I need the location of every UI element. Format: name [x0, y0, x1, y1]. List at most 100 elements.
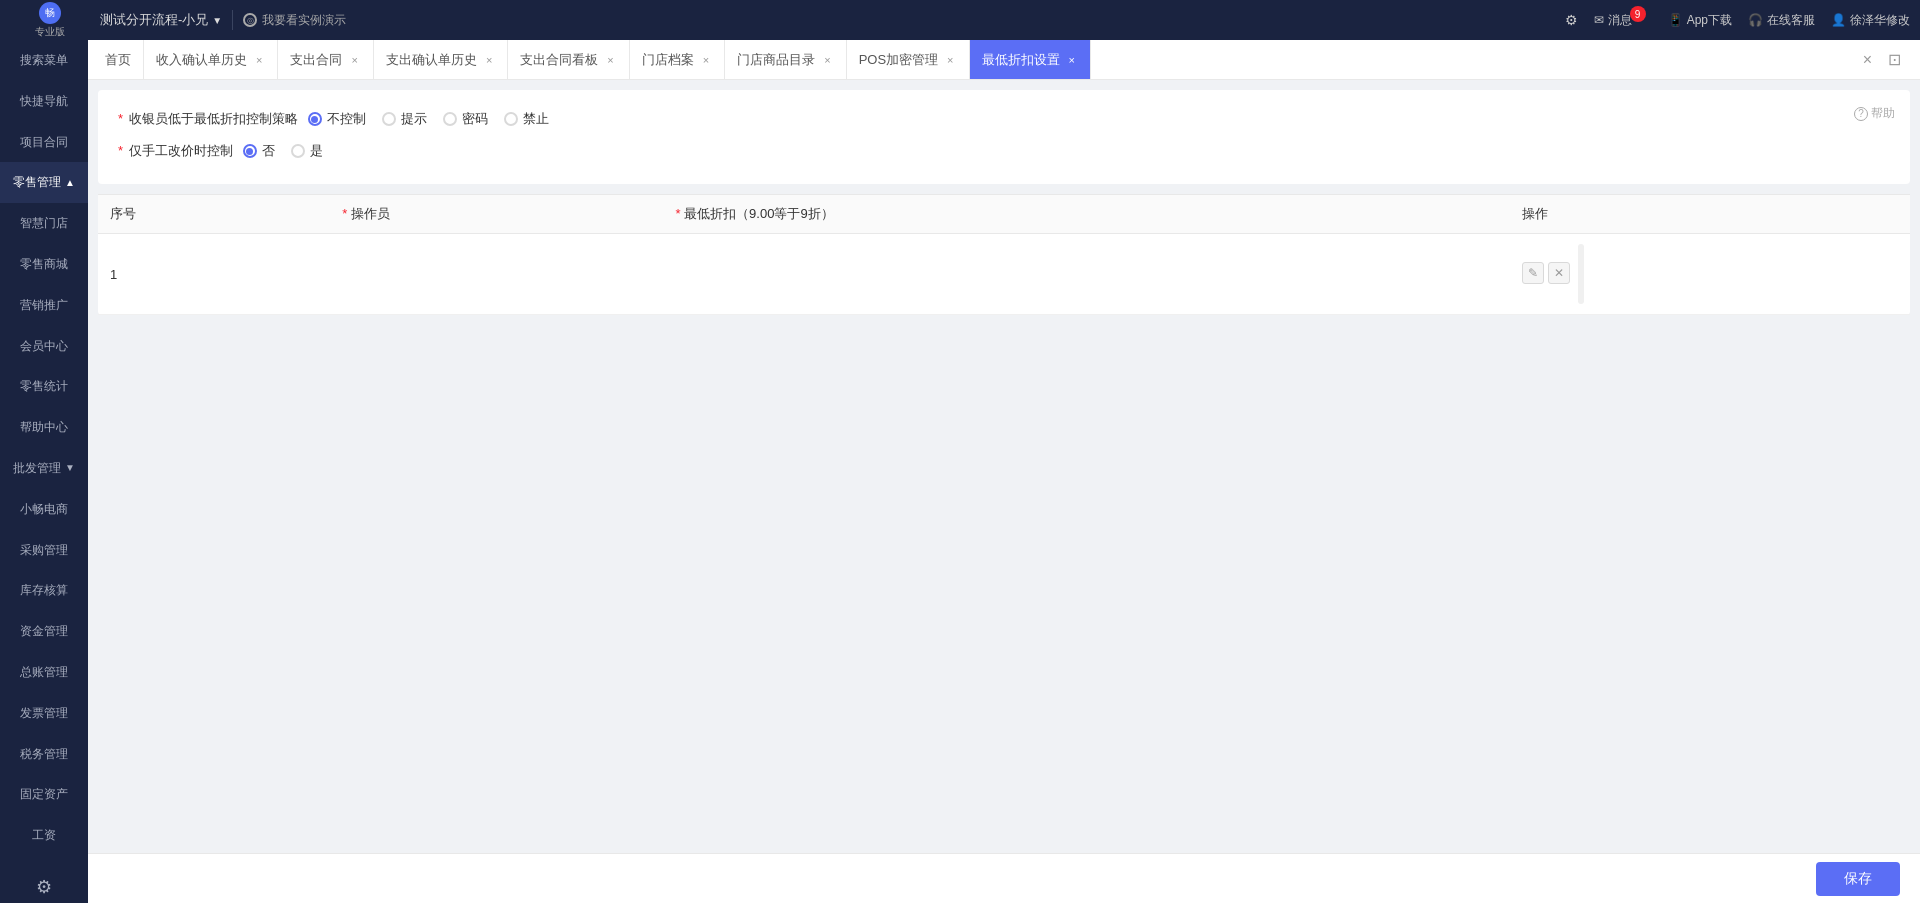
- user-avatar-icon: 👤: [1831, 13, 1846, 27]
- main-layout: 搜索菜单快捷导航项目合同零售管理▲智慧门店零售商城营销推广会员中心零售统计帮助中…: [0, 40, 1920, 903]
- sidebar-item-2[interactable]: 项目合同: [0, 122, 88, 163]
- tab-item-3[interactable]: 支出确认单历史×: [374, 40, 508, 80]
- tab-label-8: 最低折扣设置: [982, 51, 1060, 69]
- delete-row-button[interactable]: ✕: [1548, 262, 1570, 284]
- tab-item-8[interactable]: 最低折扣设置 ×: [970, 40, 1091, 80]
- radio-circle-1: [382, 112, 396, 126]
- sidebar-item-14[interactable]: 资金管理: [0, 611, 88, 652]
- tab-item-6[interactable]: 门店商品目录 ×: [725, 40, 846, 80]
- tab-label-7: POS加密管理: [859, 51, 938, 69]
- online-service-item[interactable]: 🎧 在线客服: [1748, 12, 1815, 29]
- settings-icon[interactable]: ⚙: [1565, 12, 1578, 28]
- sidebar-item-3[interactable]: 零售管理▲: [0, 162, 88, 203]
- tab-item-2[interactable]: 支出合同 ×: [278, 40, 373, 80]
- required-star-2: *: [118, 143, 123, 158]
- tab-close-3[interactable]: ×: [483, 53, 495, 67]
- sidebar-item-6[interactable]: 营销推广: [0, 285, 88, 326]
- gear-icon[interactable]: ⚙: [0, 866, 88, 903]
- demo-icon: ◎: [243, 13, 257, 27]
- field2-radio-label-0: 否: [262, 142, 275, 160]
- help-button[interactable]: ? 帮助: [1854, 105, 1895, 122]
- sidebar-item-8[interactable]: 零售统计: [0, 366, 88, 407]
- radio-label-1: 提示: [401, 110, 427, 128]
- field2-radio-0[interactable]: 否: [243, 142, 275, 160]
- sidebar-item-10[interactable]: 批发管理▼: [0, 448, 88, 489]
- user-label: 徐泽华修改: [1850, 12, 1910, 29]
- tab-close-5[interactable]: ×: [700, 53, 712, 67]
- cell-action-0: ✎✕: [1510, 234, 1910, 315]
- sidebar-item-15[interactable]: 总账管理: [0, 652, 88, 693]
- sidebar-item-19[interactable]: 工资: [0, 815, 88, 856]
- demo-link[interactable]: ◎ 我要看实例演示: [243, 12, 346, 29]
- sidebar-item-1[interactable]: 快捷导航: [0, 81, 88, 122]
- sidebar-item-17[interactable]: 税务管理: [0, 734, 88, 775]
- field1-radio-3[interactable]: 禁止: [504, 110, 549, 128]
- sidebar-arrow-icon: ▼: [65, 461, 75, 475]
- field1-radio-1[interactable]: 提示: [382, 110, 427, 128]
- th-required-star: *: [675, 206, 684, 221]
- tab-label-5: 门店档案: [642, 51, 694, 69]
- edit-row-button[interactable]: ✎: [1522, 262, 1544, 284]
- tab-item-4[interactable]: 支出合同看板×: [508, 40, 629, 80]
- tab-item-0[interactable]: 首页: [93, 40, 144, 80]
- tab-close-1[interactable]: ×: [253, 53, 265, 67]
- tab-close-2[interactable]: ×: [348, 53, 360, 67]
- sidebar-item-13[interactable]: 库存核算: [0, 570, 88, 611]
- field2-label: * 仅手工改价时控制: [118, 142, 233, 160]
- table-row: 1✎✕: [98, 234, 1910, 315]
- field2-radio-label-1: 是: [310, 142, 323, 160]
- close-all-tabs-button[interactable]: ×: [1859, 47, 1876, 73]
- tab-close-4[interactable]: ×: [604, 53, 616, 67]
- logo: 畅 专业版: [10, 2, 90, 39]
- sidebar-item-12[interactable]: 采购管理: [0, 530, 88, 571]
- sidebar-item-5[interactable]: 零售商城: [0, 244, 88, 285]
- tab-close-7[interactable]: ×: [944, 53, 956, 67]
- logo-label: 专业版: [35, 25, 65, 39]
- tab-label-6: 门店商品目录: [737, 51, 815, 69]
- tab-bar-actions: ×⊡: [1849, 46, 1915, 73]
- project-name: 测试分开流程-小兄: [100, 11, 208, 29]
- page-content: ? 帮助 * 收银员低于最低折扣控制策略 不控制提示密码禁止 *: [88, 80, 1920, 853]
- sidebar-item-0[interactable]: 搜索菜单: [0, 40, 88, 81]
- required-star: *: [118, 111, 123, 126]
- tab-item-7[interactable]: POS加密管理 ×: [847, 40, 970, 80]
- table-col-header-min_discount: * 最低折扣（9.00等于9折）: [663, 195, 1510, 234]
- app-download-item[interactable]: 📱 App下载: [1668, 12, 1732, 29]
- project-selector[interactable]: 测试分开流程-小兄 ▼: [100, 11, 222, 29]
- tab-item-1[interactable]: 收入确认单历史×: [144, 40, 278, 80]
- field2-radio-dot-0: [246, 148, 253, 155]
- th-label-min_discount: 最低折扣（9.00等于9折）: [684, 206, 834, 221]
- sidebar-item-4[interactable]: 智慧门店: [0, 203, 88, 244]
- save-button[interactable]: 保存: [1816, 862, 1900, 896]
- radio-label-0: 不控制: [327, 110, 366, 128]
- sidebar-item-7[interactable]: 会员中心: [0, 326, 88, 367]
- form-card: ? 帮助 * 收银员低于最低折扣控制策略 不控制提示密码禁止 *: [98, 90, 1910, 184]
- help-label: 帮助: [1871, 105, 1895, 122]
- tab-close-8[interactable]: ×: [1066, 53, 1078, 67]
- sidebar-item-11[interactable]: 小畅电商: [0, 489, 88, 530]
- tab-item-5[interactable]: 门店档案 ×: [630, 40, 725, 80]
- field2-radio-1[interactable]: 是: [291, 142, 323, 160]
- online-service-label: 在线客服: [1767, 12, 1815, 29]
- table-col-header-operator: * 操作员: [330, 195, 663, 234]
- phone-icon: 📱: [1668, 13, 1683, 27]
- field1-radio-0[interactable]: 不控制: [308, 110, 366, 128]
- table-col-header-action: 操作: [1510, 195, 1910, 234]
- demo-label: 我要看实例演示: [262, 12, 346, 29]
- expand-tabs-button[interactable]: ⊡: [1884, 46, 1905, 73]
- messages-item[interactable]: ✉ 消息 9: [1594, 12, 1652, 29]
- user-item[interactable]: 👤 徐泽华修改: [1831, 12, 1910, 29]
- sidebar-item-9[interactable]: 帮助中心: [0, 407, 88, 448]
- sidebar-item-16[interactable]: 发票管理: [0, 693, 88, 734]
- tab-bar: 首页收入确认单历史×支出合同×支出确认单历史×支出合同看板×门店档案×门店商品目…: [88, 40, 1920, 80]
- tab-close-6[interactable]: ×: [821, 53, 833, 67]
- message-icon: ✉: [1594, 13, 1604, 27]
- sidebar-item-18[interactable]: 固定资产: [0, 774, 88, 815]
- messages-badge: 9: [1630, 6, 1646, 22]
- tab-label-2: 支出合同: [290, 51, 342, 69]
- cell-operator-0: [330, 234, 663, 315]
- cell-min-discount-0: [663, 234, 1510, 315]
- messages-label: 消息: [1608, 12, 1632, 29]
- field1-radio-2[interactable]: 密码: [443, 110, 488, 128]
- radio-circle-3: [504, 112, 518, 126]
